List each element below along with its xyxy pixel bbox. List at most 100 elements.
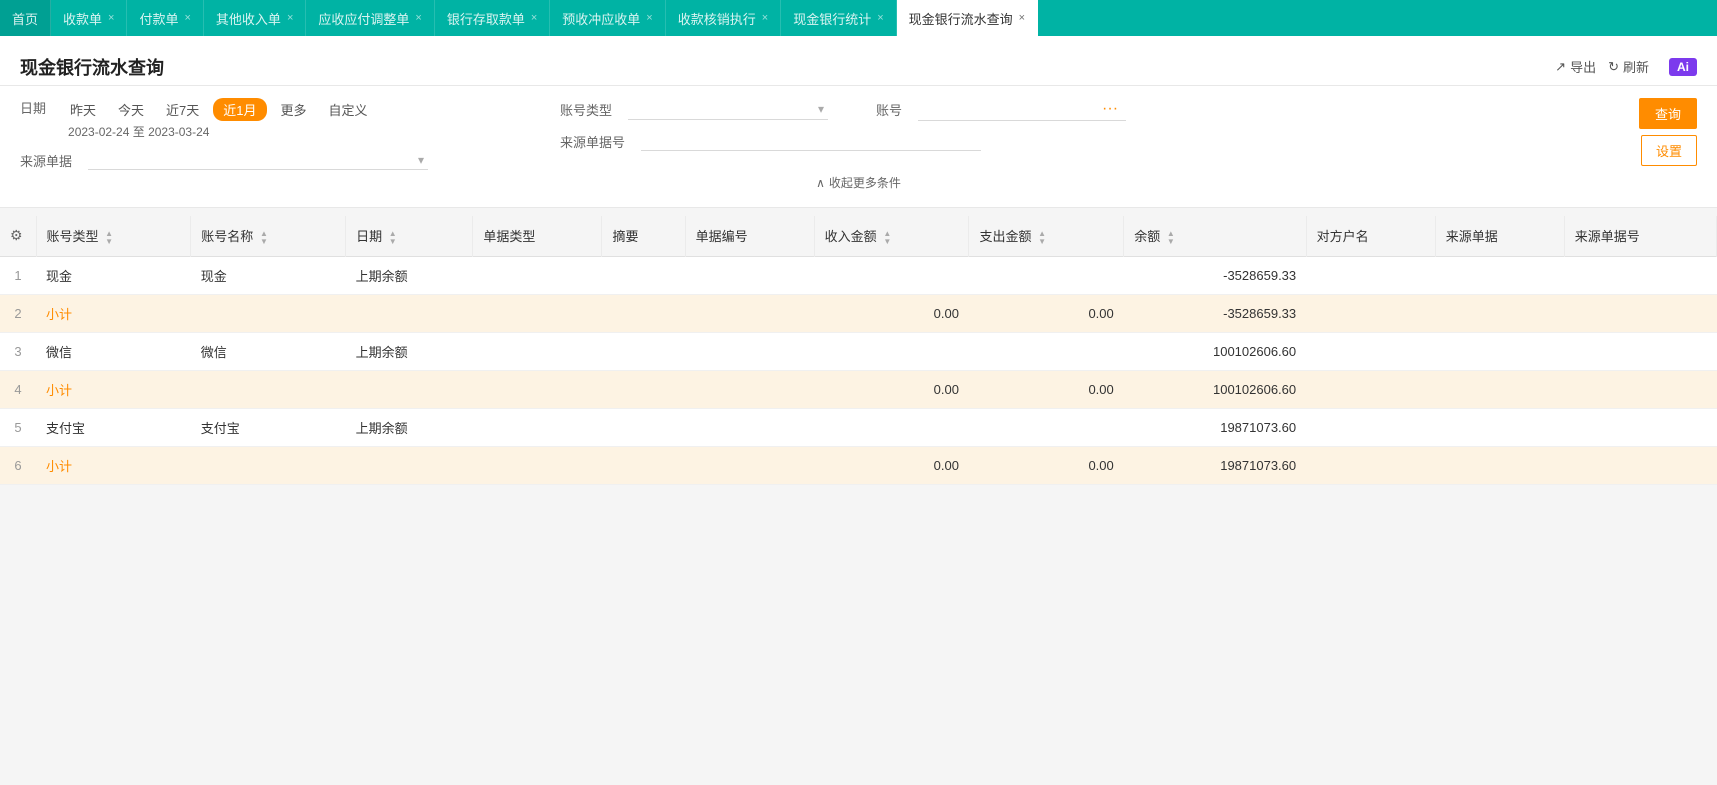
sort-balance-icon[interactable]: ▲▼ — [1167, 230, 1175, 246]
close-payment-icon[interactable]: × — [184, 12, 190, 24]
table-row: 3微信微信上期余额100102606.60 — [0, 332, 1717, 370]
counterparty-cell — [1306, 370, 1435, 408]
balance-cell: 19871073.60 — [1124, 408, 1306, 446]
nav-tab-cash-bank-flow[interactable]: 现金银行流水查询 × — [897, 0, 1038, 36]
nav-tab-other-income[interactable]: 其他收入单 × — [204, 0, 306, 36]
th-source-doc-no: 来源单据号 — [1564, 216, 1716, 256]
refresh-button[interactable]: ↻ 刷新 — [1608, 57, 1649, 76]
nav-tab-receipt-label: 收款单 — [63, 9, 102, 28]
th-doc-type-label: 单据类型 — [483, 229, 535, 244]
sort-date-icon[interactable]: ▲▼ — [389, 230, 397, 246]
nav-tab-receipt-verify[interactable]: 收款核销执行 × — [666, 0, 781, 36]
nav-tab-ar-ap-adjust[interactable]: 应收应付调整单 × — [306, 0, 434, 36]
account-type-input[interactable] — [632, 102, 818, 117]
close-ar-ap-icon[interactable]: × — [415, 12, 421, 24]
source-doc-cell — [1435, 256, 1564, 294]
close-prepay-icon[interactable]: × — [646, 12, 652, 24]
th-balance-label: 余额 — [1134, 229, 1160, 244]
th-summary-label: 摘要 — [612, 229, 638, 244]
counterparty-cell — [1306, 446, 1435, 484]
account-name-cell: 支付宝 — [191, 408, 346, 446]
account-no-dots-icon[interactable]: ··· — [1098, 100, 1122, 118]
counterparty-cell — [1306, 294, 1435, 332]
nav-tab-receipt[interactable]: 收款单 × — [51, 0, 127, 36]
th-date[interactable]: 日期 ▲▼ — [346, 216, 473, 256]
th-source-doc: 来源单据 — [1435, 216, 1564, 256]
query-button[interactable]: 查询 — [1639, 98, 1697, 129]
th-expense-label: 支出金额 — [979, 229, 1031, 244]
date-cell: 上期余额 — [346, 256, 473, 294]
th-account-type[interactable]: 账号类型 ▲▼ — [36, 216, 191, 256]
gear-settings-icon[interactable]: ⚙ — [10, 227, 23, 243]
sort-account-name-icon[interactable]: ▲▼ — [260, 230, 268, 246]
row-number: 2 — [0, 294, 36, 332]
nav-tab-cash-bank-stat[interactable]: 现金银行统计 × — [781, 0, 896, 36]
date-option-7days[interactable]: 近7天 — [158, 98, 207, 121]
date-cell — [346, 294, 473, 332]
sort-income-icon[interactable]: ▲▼ — [883, 230, 891, 246]
date-option-more[interactable]: 更多 — [273, 98, 315, 121]
close-receipt-icon[interactable]: × — [108, 12, 114, 24]
nav-tab-other-income-label: 其他收入单 — [216, 9, 281, 28]
account-no-input[interactable] — [922, 102, 1098, 117]
expense-cell — [969, 256, 1124, 294]
header-actions: ↗ 导出 ↻ 刷新 Ai — [1555, 57, 1697, 76]
nav-tab-bank-deposit[interactable]: 银行存取款单 × — [435, 0, 550, 36]
date-label: 日期 — [20, 98, 46, 117]
ai-badge[interactable]: Ai — [1669, 58, 1697, 76]
nav-tab-receipt-verify-label: 收款核销执行 — [678, 9, 756, 28]
summary-cell — [602, 408, 685, 446]
nav-tab-cash-flow-label: 现金银行流水查询 — [909, 9, 1013, 28]
source-doc-no-cell — [1564, 370, 1716, 408]
expense-cell: 0.00 — [969, 370, 1124, 408]
date-option-yesterday[interactable]: 昨天 — [62, 98, 104, 121]
nav-tab-home[interactable]: 首页 — [0, 0, 51, 36]
th-balance[interactable]: 余额 ▲▼ — [1124, 216, 1306, 256]
account-type-cell: 小计 — [36, 446, 191, 484]
date-option-custom[interactable]: 自定义 — [321, 98, 376, 121]
source-doc-cell — [1435, 408, 1564, 446]
balance-cell: 100102606.60 — [1124, 370, 1306, 408]
source-doc-no-input[interactable] — [645, 133, 977, 148]
account-type-cell: 支付宝 — [36, 408, 191, 446]
income-cell — [814, 332, 969, 370]
balance-cell: -3528659.33 — [1124, 256, 1306, 294]
th-counterparty-label: 对方户名 — [1317, 229, 1369, 244]
close-cash-stat-icon[interactable]: × — [877, 12, 883, 24]
source-doc-input[interactable] — [92, 152, 418, 167]
counterparty-cell — [1306, 256, 1435, 294]
close-other-income-icon[interactable]: × — [287, 12, 293, 24]
nav-tab-payment[interactable]: 付款单 × — [127, 0, 203, 36]
date-option-1month[interactable]: 近1月 — [213, 98, 266, 121]
date-cell: 上期余额 — [346, 332, 473, 370]
nav-tab-cash-stat-label: 现金银行统计 — [793, 9, 871, 28]
source-doc-dropdown-icon[interactable]: ▾ — [418, 153, 424, 167]
row-number: 6 — [0, 446, 36, 484]
settings-button[interactable]: 设置 — [1641, 135, 1697, 166]
account-type-dropdown-icon[interactable]: ▾ — [818, 102, 824, 116]
collapse-bar[interactable]: ∧ 收起更多条件 — [20, 170, 1697, 195]
row-number: 3 — [0, 332, 36, 370]
th-expense[interactable]: 支出金额 ▲▼ — [969, 216, 1124, 256]
nav-tab-ar-ap-adjust-label: 应收应付调整单 — [318, 9, 409, 28]
table-row: 4小计0.000.00100102606.60 — [0, 370, 1717, 408]
th-account-name[interactable]: 账号名称 ▲▼ — [191, 216, 346, 256]
income-cell: 0.00 — [814, 370, 969, 408]
nav-tab-bank-deposit-label: 银行存取款单 — [447, 9, 525, 28]
export-button[interactable]: ↗ 导出 — [1555, 57, 1596, 76]
sort-expense-icon[interactable]: ▲▼ — [1038, 230, 1046, 246]
th-doc-no-label: 单据编号 — [696, 229, 748, 244]
balance-cell: -3528659.33 — [1124, 294, 1306, 332]
close-receipt-verify-icon[interactable]: × — [762, 12, 768, 24]
close-bank-icon[interactable]: × — [531, 12, 537, 24]
row-number: 5 — [0, 408, 36, 446]
source-doc-wrap: ▾ — [88, 150, 428, 170]
th-account-name-label: 账号名称 — [201, 229, 253, 244]
account-name-cell — [191, 370, 346, 408]
close-cash-flow-icon[interactable]: × — [1019, 12, 1025, 24]
th-income[interactable]: 收入金额 ▲▼ — [814, 216, 969, 256]
sort-account-type-icon[interactable]: ▲▼ — [105, 230, 113, 246]
date-option-today[interactable]: 今天 — [110, 98, 152, 121]
nav-tab-prepay-offset[interactable]: 预收冲应收单 × — [550, 0, 665, 36]
account-name-cell: 现金 — [191, 256, 346, 294]
